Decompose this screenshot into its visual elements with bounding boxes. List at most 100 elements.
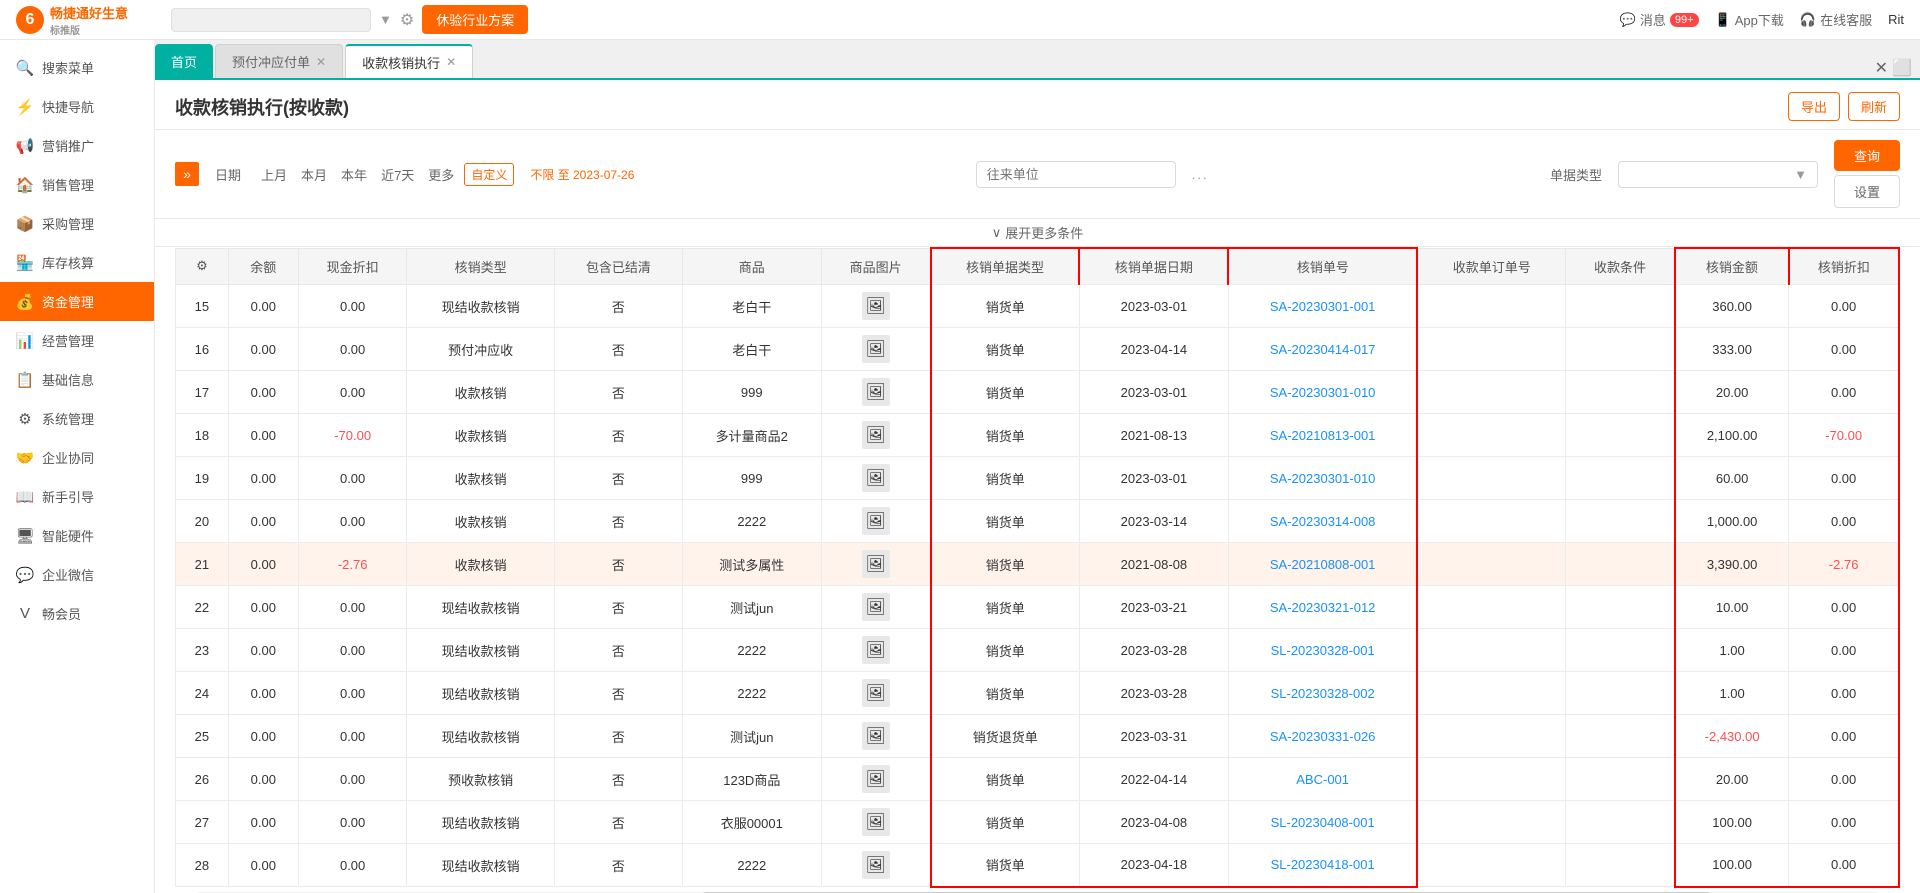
writeoff-number-link[interactable]: SA-20230314-008: [1270, 514, 1376, 529]
product-image: 🖼: [862, 722, 890, 750]
message-icon: 💬: [1620, 12, 1636, 28]
counterparty-dots[interactable]: ...: [1192, 167, 1209, 182]
close-prepay-tab-icon[interactable]: ✕: [316, 55, 326, 69]
sidebar-item-sales[interactable]: 🏠 销售管理: [0, 165, 154, 204]
date-last-month[interactable]: 上月: [257, 163, 291, 186]
writeoff-number-link[interactable]: SA-20210808-001: [1270, 557, 1376, 572]
sidebar-item-finance[interactable]: 💰 资金管理: [0, 282, 154, 321]
writeoff-number-link[interactable]: SA-20230301-001: [1270, 299, 1376, 314]
sidebar-item-search[interactable]: 🔍 搜索菜单: [0, 48, 154, 87]
filter-toggle-button[interactable]: »: [175, 162, 199, 186]
close-window-icon[interactable]: ✕: [1875, 58, 1888, 78]
table-cell[interactable]: SA-20230414-017: [1228, 328, 1417, 371]
writeoff-number-link[interactable]: SL-20230418-001: [1271, 857, 1375, 872]
expand-more-button[interactable]: ∨ 展开更多条件: [992, 223, 1084, 242]
table-cell: [1417, 758, 1565, 801]
table-cell: 2023-03-21: [1079, 586, 1228, 629]
table-cell: 0.00: [298, 500, 407, 543]
messages-button[interactable]: 💬 消息 99+: [1620, 10, 1699, 29]
table-cell: 现结收款核销: [407, 586, 554, 629]
online-service-button[interactable]: 🎧 在线客服: [1800, 10, 1872, 29]
sidebar-item-marketing[interactable]: 📢 营销推广: [0, 126, 154, 165]
sidebar-item-vip[interactable]: V 畅会员: [0, 594, 154, 633]
writeoff-number-link[interactable]: SA-20230331-026: [1270, 729, 1376, 744]
sidebar-item-smart-hw[interactable]: 🖥 智能硬件: [0, 516, 154, 555]
table-cell[interactable]: SA-20230321-012: [1228, 586, 1417, 629]
maximize-icon[interactable]: ⬜: [1892, 58, 1912, 78]
sidebar-item-base-info[interactable]: 📋 基础信息: [0, 360, 154, 399]
settings-button[interactable]: 设置: [1834, 175, 1900, 208]
table-cell[interactable]: SA-20230301-010: [1228, 371, 1417, 414]
writeoff-number-link[interactable]: SA-20210813-001: [1270, 428, 1376, 443]
table-cell: 0.00: [1789, 586, 1899, 629]
tab-collection[interactable]: 收款核销执行 ✕: [345, 44, 473, 78]
writeoff-number-link[interactable]: ABC-001: [1296, 772, 1349, 787]
export-button[interactable]: 导出: [1788, 92, 1840, 121]
sidebar-item-guide[interactable]: 📖 新手引导: [0, 477, 154, 516]
table-cell[interactable]: SA-20230314-008: [1228, 500, 1417, 543]
writeoff-number-link[interactable]: SA-20230301-010: [1270, 385, 1376, 400]
industry-solution-button[interactable]: 休验行业方案: [422, 5, 528, 34]
sidebar-item-system[interactable]: ⚙ 系统管理: [0, 399, 154, 438]
sidebar-item-quick-nav[interactable]: ⚡ 快捷导航: [0, 87, 154, 126]
table-cell[interactable]: ABC-001: [1228, 758, 1417, 801]
search-dropdown-icon[interactable]: ▼: [379, 12, 392, 27]
table-cell: 否: [554, 801, 682, 844]
refresh-button[interactable]: 刷新: [1848, 92, 1900, 121]
date-more[interactable]: 更多: [424, 163, 458, 186]
table-cell: 999: [682, 457, 821, 500]
sidebar-item-operations[interactable]: 📊 经营管理: [0, 321, 154, 360]
tab-home[interactable]: 首页: [155, 44, 213, 78]
date-custom-button[interactable]: 自定义: [464, 163, 514, 186]
table-cell[interactable]: SA-20230301-001: [1228, 285, 1417, 328]
table-cell[interactable]: SL-20230418-001: [1228, 844, 1417, 887]
writeoff-number-link[interactable]: SA-20230301-010: [1270, 471, 1376, 486]
table-cell: 20.00: [1675, 371, 1789, 414]
table-cell[interactable]: SA-20210813-001: [1228, 414, 1417, 457]
table-cell: 0.00: [298, 328, 407, 371]
table-cell[interactable]: SA-20230331-026: [1228, 715, 1417, 758]
writeoff-number-link[interactable]: SL-20230328-002: [1271, 686, 1375, 701]
query-button[interactable]: 查询: [1834, 140, 1900, 171]
table-cell[interactable]: SA-20230301-010: [1228, 457, 1417, 500]
expand-bar: ∨ 展开更多条件: [155, 219, 1920, 247]
sidebar-item-inventory[interactable]: 🏪 库存核算: [0, 243, 154, 282]
table-cell: 现结收款核销: [407, 285, 554, 328]
sidebar-item-enterprise[interactable]: 🤝 企业协同: [0, 438, 154, 477]
table-cell: 🖼: [821, 715, 930, 758]
table-row: 270.000.00现结收款核销否衣服00001🖼销货单2023-04-08SL…: [176, 801, 1900, 844]
table-cell[interactable]: SL-20230328-002: [1228, 672, 1417, 715]
close-collection-tab-icon[interactable]: ✕: [446, 55, 456, 69]
counterparty-input[interactable]: [976, 161, 1176, 188]
date-this-month[interactable]: 本月: [297, 163, 331, 186]
writeoff-number-link[interactable]: SA-20230321-012: [1270, 600, 1376, 615]
table-cell: 2023-03-28: [1079, 629, 1228, 672]
voucher-type-select[interactable]: ▼: [1618, 161, 1818, 188]
date-this-year[interactable]: 本年: [337, 163, 371, 186]
sidebar-item-purchase[interactable]: 📦 采购管理: [0, 204, 154, 243]
sidebar-item-wechat[interactable]: 💬 企业微信: [0, 555, 154, 594]
date-7days[interactable]: 近7天: [377, 163, 418, 186]
search-input[interactable]: [171, 8, 371, 32]
tab-prepay[interactable]: 预付冲应付单 ✕: [215, 44, 343, 78]
app-download-label: App下载: [1735, 10, 1784, 29]
app-download-button[interactable]: 📱 App下载: [1715, 10, 1784, 29]
logo-icon: 6: [16, 6, 44, 34]
date-filter-label: 日期: [215, 165, 241, 184]
table-cell[interactable]: SA-20210808-001: [1228, 543, 1417, 586]
table-cell: 2222: [682, 629, 821, 672]
writeoff-number-link[interactable]: SL-20230328-001: [1271, 643, 1375, 658]
sidebar-label-wechat: 企业微信: [42, 565, 94, 584]
tab-bar: 首页 预付冲应付单 ✕ 收款核销执行 ✕ ✕ ⬜: [155, 40, 1920, 80]
writeoff-number-link[interactable]: SL-20230408-001: [1271, 815, 1375, 830]
writeoff-number-link[interactable]: SA-20230414-017: [1270, 342, 1376, 357]
user-name[interactable]: Rit: [1888, 12, 1904, 27]
table-cell[interactable]: SL-20230408-001: [1228, 801, 1417, 844]
settings-icon[interactable]: ⚙: [400, 10, 414, 30]
megaphone-icon: 📢: [16, 137, 34, 155]
gear-icon[interactable]: ⚙: [196, 258, 208, 273]
table-cell: 否: [554, 543, 682, 586]
table-cell: 25: [176, 715, 229, 758]
table-cell: 收款核销: [407, 543, 554, 586]
table-cell[interactable]: SL-20230328-001: [1228, 629, 1417, 672]
